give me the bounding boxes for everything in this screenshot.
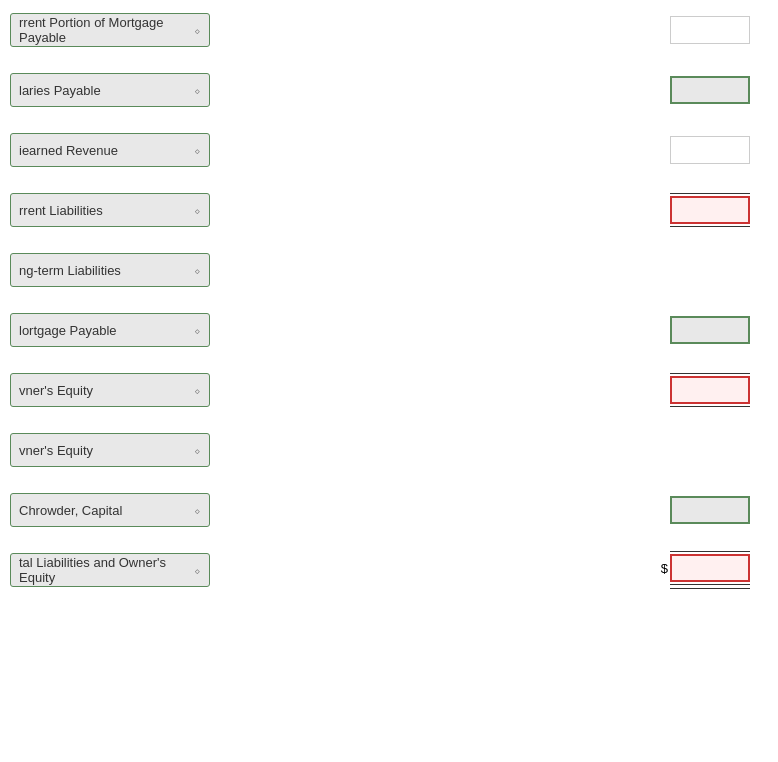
top-separator-line [670,551,750,552]
chevron-down-icon: ⬦ [194,204,201,216]
table-row: rrent Portion of Mortgage Payable ⬦ [0,0,778,60]
unearned-revenue-dropdown[interactable]: iearned Revenue ⬦ [10,133,210,167]
double-bottom-lines [670,584,750,589]
top-separator-line [670,193,750,194]
content-inner: rrent Portion of Mortgage Payable ⬦ lari… [0,0,778,600]
value-col [650,373,770,407]
scroll-area[interactable]: rrent Portion of Mortgage Payable ⬦ lari… [0,0,778,600]
dropdown-wrapper: tal Liabilities and Owner's Equity ⬦ [10,553,210,587]
owners-equity-header-dropdown[interactable]: vner's Equity ⬦ [10,373,210,407]
top-separator-line [670,373,750,374]
salaries-payable-dropdown[interactable]: laries Payable ⬦ [10,73,210,107]
dropdown-wrapper: lortgage Payable ⬦ [10,313,210,347]
long-term-liabilities-dropdown[interactable]: ng-term Liabilities ⬦ [10,253,210,287]
label-col: lortgage Payable ⬦ [0,313,650,347]
dropdown-label: vner's Equity [19,383,93,398]
dropdown-wrapper: vner's Equity ⬦ [10,373,210,407]
value-col [650,193,770,227]
label-col: rrent Liabilities ⬦ [0,193,650,227]
table-row: ng-term Liabilities ⬦ [0,240,778,300]
table-row: iearned Revenue ⬦ [0,120,778,180]
table-row: tal Liabilities and Owner's Equity ⬦ $ [0,540,778,600]
owners-equity-sub-dropdown[interactable]: vner's Equity ⬦ [10,433,210,467]
label-col: laries Payable ⬦ [0,73,650,107]
table-row: laries Payable ⬦ [0,60,778,120]
bottom-line-2 [670,588,750,589]
value-col: $ [650,551,770,589]
chevron-down-icon: ⬦ [194,444,201,456]
value-col [650,496,770,524]
dropdown-wrapper: rrent Liabilities ⬦ [10,193,210,227]
dropdown-wrapper: vner's Equity ⬦ [10,433,210,467]
chevron-down-icon: ⬦ [194,264,201,276]
value-with-lines [670,373,750,407]
dropdown-label: rrent Portion of Mortgage Payable [19,15,201,45]
chevron-down-icon: ⬦ [194,384,201,396]
dropdown-label: laries Payable [19,83,101,98]
table-row: lortgage Payable ⬦ [0,300,778,360]
unearned-revenue-input[interactable] [670,136,750,164]
current-portion-input[interactable] [670,16,750,44]
value-with-lines [670,193,750,227]
value-col [650,316,770,344]
dropdown-wrapper: iearned Revenue ⬦ [10,133,210,167]
dropdown-wrapper: rrent Portion of Mortgage Payable ⬦ [10,13,210,47]
chrowder-capital-input[interactable] [670,496,750,524]
value-col [650,136,770,164]
value-col [650,76,770,104]
chrowder-capital-dropdown[interactable]: Chrowder, Capital ⬦ [10,493,210,527]
table-row: rrent Liabilities ⬦ [0,180,778,240]
bottom-line-1 [670,584,750,585]
chevron-down-icon: ⬦ [194,504,201,516]
total-liabilities-equity-input[interactable] [670,554,750,582]
label-col: iearned Revenue ⬦ [0,133,650,167]
chevron-down-icon: ⬦ [194,84,201,96]
chevron-down-icon: ⬦ [194,144,201,156]
label-col: ng-term Liabilities ⬦ [0,253,650,287]
dropdown-wrapper: Chrowder, Capital ⬦ [10,493,210,527]
dropdown-label: tal Liabilities and Owner's Equity [19,555,201,585]
dropdown-label: iearned Revenue [19,143,118,158]
label-col: Chrowder, Capital ⬦ [0,493,650,527]
dollar-input-group: $ [661,554,750,582]
dropdown-label: rrent Liabilities [19,203,103,218]
current-liabilities-dropdown[interactable]: rrent Liabilities ⬦ [10,193,210,227]
current-liabilities-input[interactable] [670,196,750,224]
bottom-separator-line [670,226,750,227]
chevron-down-icon: ⬦ [194,324,201,336]
owners-equity-header-input[interactable] [670,376,750,404]
current-portion-dropdown[interactable]: rrent Portion of Mortgage Payable ⬦ [10,13,210,47]
dropdown-label: ng-term Liabilities [19,263,121,278]
value-with-lines: $ [661,551,750,589]
dropdown-wrapper: laries Payable ⬦ [10,73,210,107]
label-col: tal Liabilities and Owner's Equity ⬦ [0,553,650,587]
total-liabilities-equity-dropdown[interactable]: tal Liabilities and Owner's Equity ⬦ [10,553,210,587]
value-col [650,16,770,44]
table-row: Chrowder, Capital ⬦ [0,480,778,540]
label-col: vner's Equity ⬦ [0,373,650,407]
table-row: vner's Equity ⬦ [0,360,778,420]
dropdown-wrapper: ng-term Liabilities ⬦ [10,253,210,287]
table-row: vner's Equity ⬦ [0,420,778,480]
dollar-sign: $ [661,561,668,576]
mortgage-payable-dropdown[interactable]: lortgage Payable ⬦ [10,313,210,347]
dropdown-label: Chrowder, Capital [19,503,122,518]
label-col: vner's Equity ⬦ [0,433,650,467]
label-col: rrent Portion of Mortgage Payable ⬦ [0,13,650,47]
dropdown-label: vner's Equity [19,443,93,458]
bottom-separator-line [670,406,750,407]
mortgage-payable-input[interactable] [670,316,750,344]
salaries-payable-input[interactable] [670,76,750,104]
dropdown-label: lortgage Payable [19,323,117,338]
